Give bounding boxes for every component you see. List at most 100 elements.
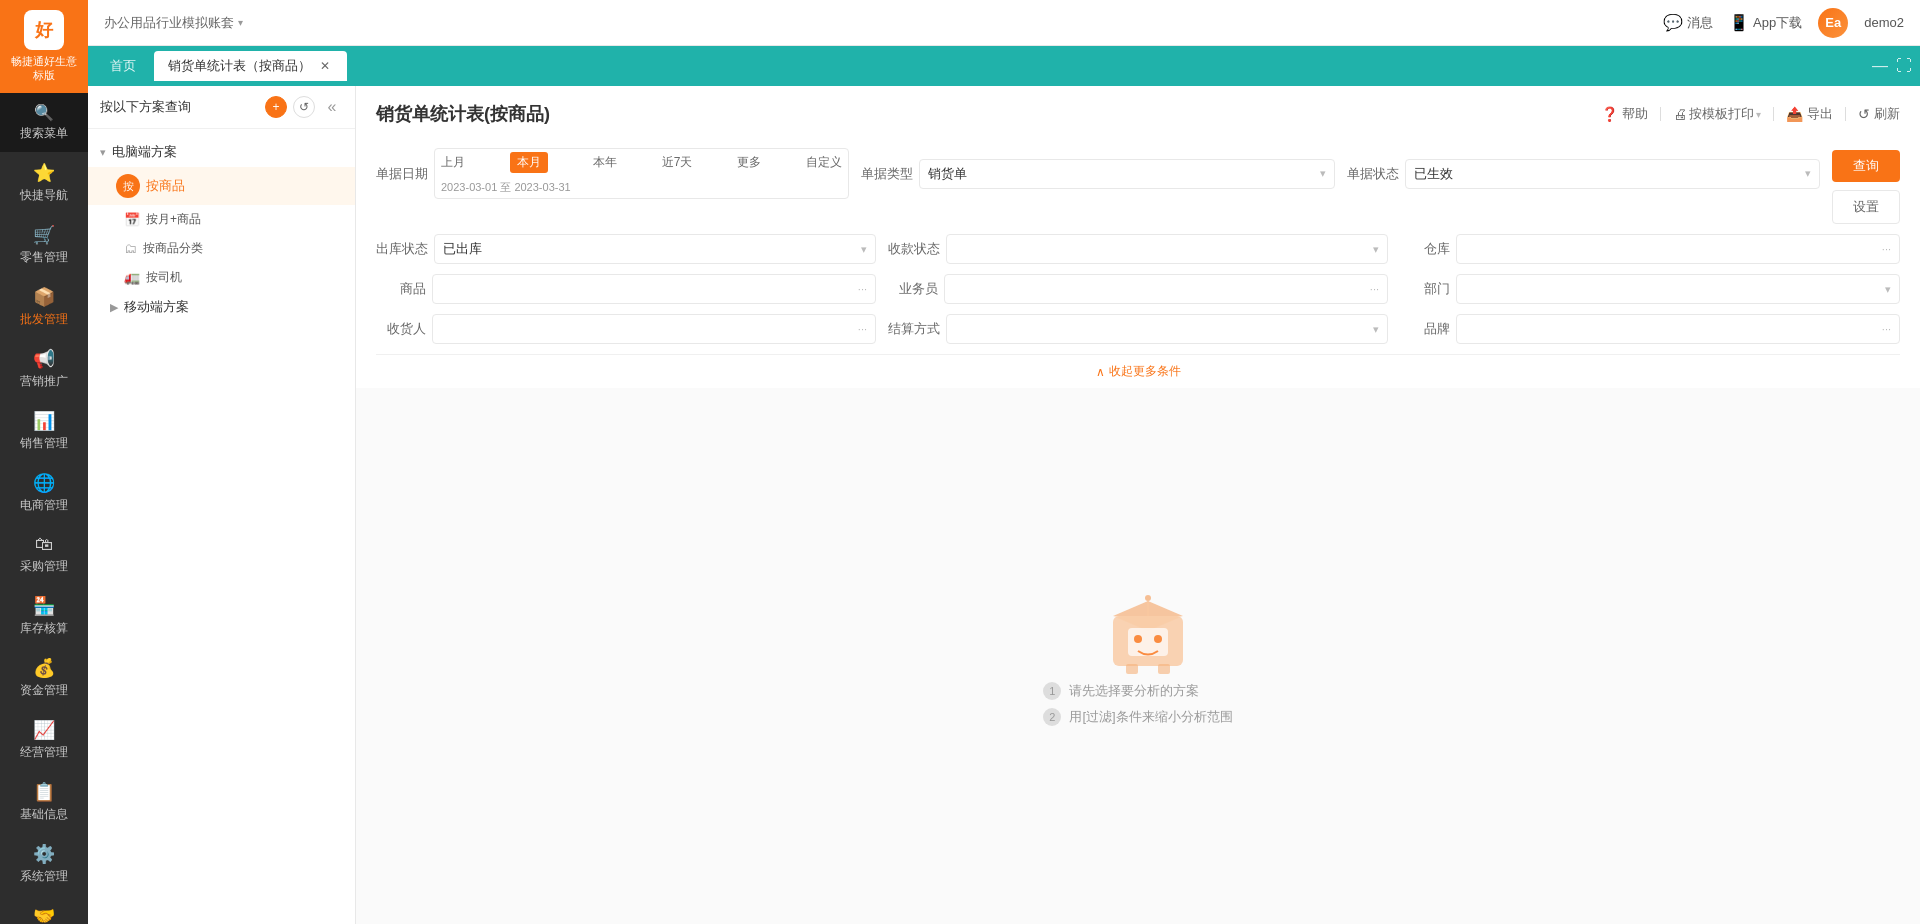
sidebar-item-marketing[interactable]: 📢 营销推广 — [0, 338, 88, 400]
date-active-tab[interactable]: 本月 — [510, 152, 548, 173]
svg-point-3 — [1154, 635, 1162, 643]
salesperson-dots-icon: ··· — [1370, 283, 1379, 295]
filter-row-1-grid: 单据日期 上月 本月 本年 近7天 更多 自定义 2023-03-01 至 20… — [376, 148, 1820, 199]
filter-row-2: 出库状态 已出库 ▾ 收款状态 ▾ 仓库 — [376, 234, 1900, 264]
driver-label: 按司机 — [146, 269, 182, 286]
date-prev-label[interactable]: 上月 — [441, 154, 465, 171]
action-buttons: 查询 设置 — [1820, 148, 1900, 224]
sidebar-item-sales-mgmt[interactable]: 📊 销售管理 — [0, 400, 88, 462]
out-status-label: 出库状态 — [376, 240, 428, 258]
salesperson-label: 业务员 — [888, 280, 938, 298]
help-btn[interactable]: ❓ 帮助 — [1601, 105, 1648, 123]
export-btn[interactable]: 📤 导出 — [1786, 105, 1833, 123]
page-title: 销货单统计表(按商品) — [376, 102, 550, 126]
user-avatar[interactable]: Ea — [1818, 8, 1848, 38]
tree-item-by-driver[interactable]: 🚛 按司机 — [88, 263, 355, 292]
settings-button[interactable]: 设置 — [1832, 190, 1900, 224]
user-name: demo2 — [1864, 15, 1904, 30]
sidebar-item-purchase[interactable]: 🛍 采购管理 — [0, 524, 88, 585]
query-button[interactable]: 查询 — [1832, 150, 1900, 182]
export-icon: 📤 — [1786, 106, 1803, 122]
date-more-label[interactable]: 更多 — [737, 154, 761, 171]
marketing-icon: 📢 — [33, 348, 55, 370]
industry-dropdown-icon: ▾ — [238, 17, 243, 28]
date-year-label[interactable]: 本年 — [593, 154, 617, 171]
out-status-field: 出库状态 已出库 ▾ — [376, 234, 876, 264]
print-btn[interactable]: 🖨 按模板打印 ▾ — [1673, 105, 1761, 123]
data-area: 1 请先选择要分析的方案 2 用[过滤]条件来缩小分析范围 — [356, 388, 1920, 924]
sidebar-item-basic-info[interactable]: 📋 基础信息 — [0, 771, 88, 833]
message-btn[interactable]: 💬 消息 — [1663, 13, 1713, 32]
dept-label: 部门 — [1400, 280, 1450, 298]
salesperson-input[interactable]: ··· — [944, 274, 1388, 304]
doc-type-input[interactable]: 销货单 ▾ — [919, 159, 1334, 189]
tab-home[interactable]: 首页 — [96, 51, 150, 81]
sidebar-item-enterprise[interactable]: 🤝 企业协同 — [0, 895, 88, 924]
doc-status-value: 已生效 — [1414, 165, 1453, 183]
dept-dropdown-icon: ▾ — [1885, 283, 1891, 296]
header-actions: 💬 消息 📱 App下载 Ea demo2 — [1663, 8, 1904, 38]
app-download-label: App下载 — [1753, 14, 1802, 32]
industry-selector[interactable]: 办公用品行业模拟账套 ▾ — [104, 14, 243, 32]
recipient-field: 收货人 ··· — [376, 314, 876, 344]
collapse-more-btn[interactable]: ∧ 收起更多条件 — [376, 354, 1900, 388]
collapse-panel-btn[interactable]: « — [321, 96, 343, 118]
out-status-value: 已出库 — [443, 240, 482, 258]
warehouse-input[interactable]: ··· — [1456, 234, 1900, 264]
filter-section: 单据日期 上月 本月 本年 近7天 更多 自定义 2023-03-01 至 20… — [356, 136, 1920, 388]
settlement-input[interactable]: ▾ — [946, 314, 1388, 344]
sidebar-item-system[interactable]: ⚙️ 系统管理 — [0, 833, 88, 895]
right-panel: 销货单统计表(按商品) ❓ 帮助 🖨 按模板打印 ▾ 📤 — [356, 86, 1920, 924]
tab-close-icon[interactable]: ✕ — [317, 58, 333, 74]
sidebar-label-sales-mgmt: 销售管理 — [20, 435, 68, 452]
system-icon: ⚙️ — [33, 843, 55, 865]
date-input[interactable]: 上月 本月 本年 近7天 更多 自定义 2023-03-01 至 2023-03… — [434, 148, 849, 199]
message-label: 消息 — [1687, 14, 1713, 32]
doc-status-input[interactable]: 已生效 ▾ — [1405, 159, 1820, 189]
refresh-scheme-btn[interactable]: ↺ — [293, 96, 315, 118]
sidebar-item-inventory[interactable]: 🏪 库存核算 — [0, 585, 88, 647]
logo-symbol: 好 — [35, 18, 53, 42]
filter-row-3: 商品 ··· 业务员 ··· 部门 — [376, 274, 1900, 304]
product-label: 商品 — [376, 280, 426, 298]
print-dropdown-icon: ▾ — [1756, 109, 1761, 120]
refresh-btn[interactable]: ↺ 刷新 — [1858, 105, 1900, 123]
recipient-dots-icon: ··· — [858, 323, 867, 335]
sidebar-item-wholesale[interactable]: 📦 批发管理 — [0, 276, 88, 338]
tab-expand-icon[interactable]: ⛶ — [1896, 57, 1912, 75]
recipient-label: 收货人 — [376, 320, 426, 338]
add-icon: + — [272, 100, 279, 114]
sidebar-item-search[interactable]: 🔍 搜索菜单 — [0, 93, 88, 152]
sidebar-item-finance[interactable]: 💰 资金管理 — [0, 647, 88, 709]
tree-item-by-product[interactable]: 按 按商品 — [88, 167, 355, 205]
tree-group-pc[interactable]: ▾ 电脑端方案 — [88, 137, 355, 167]
out-status-input[interactable]: 已出库 ▾ — [434, 234, 876, 264]
brand-input[interactable]: ··· — [1456, 314, 1900, 344]
dept-input[interactable]: ▾ — [1456, 274, 1900, 304]
sidebar-item-operations[interactable]: 📈 经营管理 — [0, 709, 88, 771]
payment-status-input[interactable]: ▾ — [946, 234, 1388, 264]
product-input[interactable]: ··· — [432, 274, 876, 304]
add-scheme-btn[interactable]: + — [265, 96, 287, 118]
sidebar-item-quick-nav[interactable]: ⭐ 快捷导航 — [0, 152, 88, 214]
tip-num-2: 2 — [1043, 708, 1061, 726]
tab-minimize-icon[interactable]: — — [1872, 57, 1888, 75]
recipient-input[interactable]: ··· — [432, 314, 876, 344]
app-download-btn[interactable]: 📱 App下载 — [1729, 13, 1802, 32]
tab-sales-report[interactable]: 销货单统计表（按商品） ✕ — [154, 51, 347, 81]
logo[interactable]: 好 畅捷通好生意 标版 — [0, 0, 88, 93]
by-product-label: 按商品 — [146, 177, 185, 195]
tip-text-1: 请先选择要分析的方案 — [1069, 682, 1199, 700]
logo-text: 畅捷通好生意 — [11, 54, 77, 68]
sidebar-item-ecommerce[interactable]: 🌐 电商管理 — [0, 462, 88, 524]
tree-item-by-category[interactable]: 🗂 按商品分类 — [88, 234, 355, 263]
sidebar-item-retail[interactable]: 🛒 零售管理 — [0, 214, 88, 276]
date-7days-label[interactable]: 近7天 — [662, 154, 693, 171]
tree-item-by-month-product[interactable]: 📅 按月+商品 — [88, 205, 355, 234]
sidebar-label-ecommerce: 电商管理 — [20, 497, 68, 514]
settlement-label: 结算方式 — [888, 320, 940, 338]
sidebar-label-inventory: 库存核算 — [20, 620, 68, 637]
tree-group-mobile[interactable]: ▶ 移动端方案 — [88, 292, 355, 322]
empty-illustration — [1088, 586, 1188, 666]
date-custom-label[interactable]: 自定义 — [806, 154, 842, 171]
